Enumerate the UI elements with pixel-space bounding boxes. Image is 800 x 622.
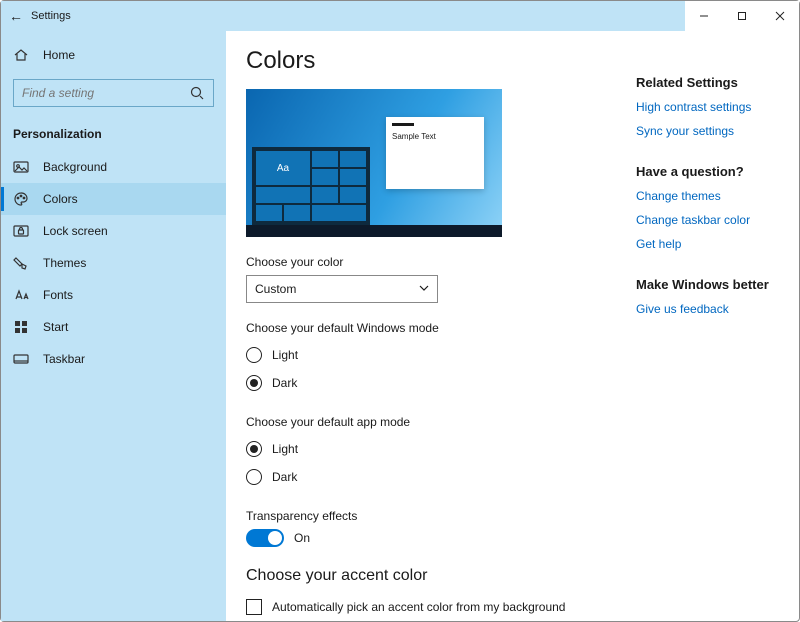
fonts-icon bbox=[13, 287, 29, 303]
sidebar-item-taskbar[interactable]: Taskbar bbox=[1, 343, 226, 375]
picture-icon bbox=[13, 159, 29, 175]
radio-circle bbox=[246, 347, 262, 363]
start-icon bbox=[13, 319, 29, 335]
minimize-button[interactable] bbox=[685, 1, 723, 31]
titlebar: ← Settings bbox=[1, 1, 799, 31]
sidebar-item-start[interactable]: Start bbox=[1, 311, 226, 343]
sidebar-home-label: Home bbox=[43, 48, 75, 62]
accent-auto-checkbox[interactable] bbox=[246, 599, 262, 615]
sidebar-item-label: Fonts bbox=[43, 288, 73, 302]
transparency-toggle[interactable] bbox=[246, 529, 284, 547]
windows-mode-radio-dark[interactable]: Dark bbox=[246, 369, 616, 397]
app-mode-group: Light Dark bbox=[246, 435, 616, 491]
link-give-feedback[interactable]: Give us feedback bbox=[636, 302, 779, 316]
sidebar: Home Personalization Background Colors Loc… bbox=[1, 31, 226, 621]
maximize-button[interactable] bbox=[723, 1, 761, 31]
radio-label: Dark bbox=[272, 470, 297, 484]
color-preview: Aa Sample Text bbox=[246, 89, 502, 237]
back-button[interactable]: ← bbox=[1, 8, 31, 24]
page-title: Colors bbox=[246, 47, 616, 75]
lock-screen-icon bbox=[13, 223, 29, 239]
preview-sample-text: Sample Text bbox=[392, 132, 436, 141]
radio-circle bbox=[246, 375, 262, 391]
sidebar-item-label: Taskbar bbox=[43, 352, 85, 366]
radio-circle bbox=[246, 441, 262, 457]
windows-mode-label: Choose your default Windows mode bbox=[246, 321, 616, 335]
right-block-heading: Have a question? bbox=[636, 164, 779, 179]
app-mode-radio-dark[interactable]: Dark bbox=[246, 463, 616, 491]
windows-mode-radio-light[interactable]: Light bbox=[246, 341, 616, 369]
choose-color-dropdown[interactable]: Custom bbox=[246, 275, 438, 303]
right-block-heading: Related Settings bbox=[636, 75, 779, 90]
search-box[interactable] bbox=[13, 79, 214, 107]
sidebar-item-themes[interactable]: Themes bbox=[1, 247, 226, 279]
sidebar-item-label: Themes bbox=[43, 256, 86, 270]
accent-heading: Choose your accent color bbox=[246, 567, 616, 585]
taskbar-icon bbox=[13, 351, 29, 367]
transparency-state: On bbox=[294, 531, 310, 545]
accent-auto-label: Automatically pick an accent color from … bbox=[272, 600, 565, 614]
link-high-contrast[interactable]: High contrast settings bbox=[636, 100, 779, 114]
themes-icon bbox=[13, 255, 29, 271]
sidebar-item-background[interactable]: Background bbox=[1, 151, 226, 183]
chevron-down-icon bbox=[419, 282, 429, 296]
preview-app-window: Sample Text bbox=[386, 117, 484, 189]
sidebar-item-label: Colors bbox=[43, 192, 78, 206]
sidebar-item-label: Background bbox=[43, 160, 107, 174]
windows-mode-group: Light Dark bbox=[246, 341, 616, 397]
right-panel: Related Settings High contrast settings Sy… bbox=[636, 47, 779, 621]
app-mode-radio-light[interactable]: Light bbox=[246, 435, 616, 463]
link-change-themes[interactable]: Change themes bbox=[636, 189, 779, 203]
transparency-label: Transparency effects bbox=[246, 509, 616, 523]
sidebar-home[interactable]: Home bbox=[1, 39, 226, 71]
radio-circle bbox=[246, 469, 262, 485]
window-title: Settings bbox=[31, 10, 71, 22]
choose-color-value: Custom bbox=[255, 282, 296, 296]
link-sync-settings[interactable]: Sync your settings bbox=[636, 124, 779, 138]
right-block-heading: Make Windows better bbox=[636, 277, 779, 292]
sidebar-item-fonts[interactable]: Fonts bbox=[1, 279, 226, 311]
sidebar-item-label: Lock screen bbox=[43, 224, 108, 238]
content: Colors Aa Sample Text bbox=[246, 47, 616, 621]
palette-icon bbox=[13, 191, 29, 207]
radio-label: Light bbox=[272, 348, 298, 362]
radio-label: Dark bbox=[272, 376, 297, 390]
link-change-taskbar-color[interactable]: Change taskbar color bbox=[636, 213, 779, 227]
radio-label: Light bbox=[272, 442, 298, 456]
search-icon bbox=[189, 85, 205, 101]
close-button[interactable] bbox=[761, 1, 799, 31]
app-mode-label: Choose your default app mode bbox=[246, 415, 616, 429]
sidebar-section-heading: Personalization bbox=[1, 121, 226, 151]
sidebar-item-label: Start bbox=[43, 320, 68, 334]
choose-color-label: Choose your color bbox=[246, 255, 616, 269]
search-input[interactable] bbox=[22, 86, 183, 100]
link-get-help[interactable]: Get help bbox=[636, 237, 779, 251]
home-icon bbox=[13, 47, 29, 63]
sidebar-item-colors[interactable]: Colors bbox=[1, 183, 226, 215]
preview-tile-aa: Aa bbox=[256, 151, 310, 185]
sidebar-item-lock-screen[interactable]: Lock screen bbox=[1, 215, 226, 247]
